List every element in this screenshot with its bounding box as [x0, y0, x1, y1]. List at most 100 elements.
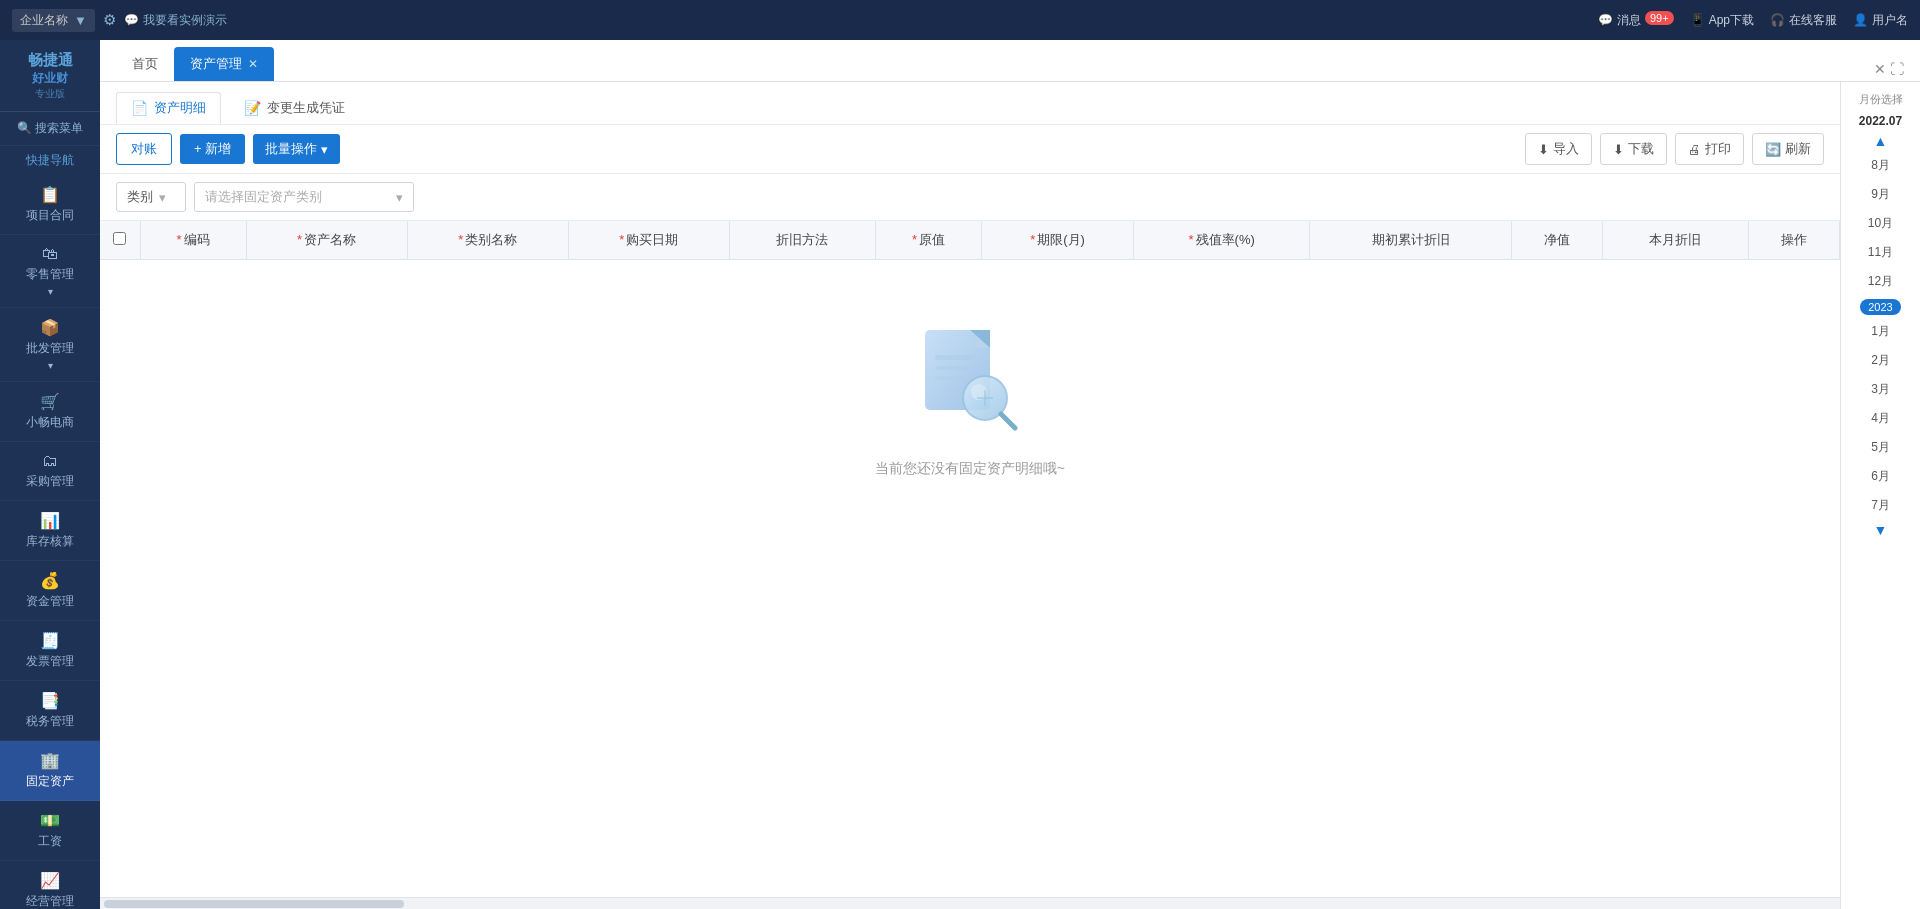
- month-2023-3[interactable]: 3月: [1851, 376, 1911, 403]
- refresh-label: 刷新: [1785, 140, 1811, 158]
- purchase-icon: 🗂: [42, 452, 58, 470]
- svg-rect-5: [935, 376, 965, 380]
- company-selector[interactable]: 企业名称 ▼: [12, 9, 95, 32]
- sidebar-item-inventory[interactable]: 📊 库存核算: [0, 501, 100, 561]
- horizontal-scrollbar[interactable]: [100, 897, 1840, 909]
- tab-close-icon[interactable]: ✕: [248, 57, 258, 71]
- category-type-select[interactable]: 类别 ▾: [116, 182, 186, 212]
- sidebar-item-purchase[interactable]: 🗂 采购管理: [0, 442, 100, 501]
- month-2023-2[interactable]: 2月: [1851, 347, 1911, 374]
- category-type-label: 类别: [127, 188, 153, 206]
- sidebar-item-operation[interactable]: 📈 经营管理: [0, 861, 100, 909]
- username: 用户名: [1872, 12, 1908, 29]
- change-voucher-label: 变更生成凭证: [267, 99, 345, 117]
- sidebar-search[interactable]: 🔍 搜索菜单: [0, 112, 100, 146]
- import-button[interactable]: ⬇ 导入: [1525, 133, 1592, 165]
- message-button[interactable]: 💬 消息 99+: [1598, 12, 1674, 29]
- message-icon: 💬: [1598, 13, 1613, 27]
- operation-icon: 📈: [40, 871, 60, 890]
- month-2023-7[interactable]: 7月: [1851, 492, 1911, 519]
- month-panel-header: 月份选择: [1859, 88, 1903, 111]
- batch-button[interactable]: 批量操作 ▾: [253, 134, 340, 164]
- sidebar-item-retail[interactable]: 🛍 零售管理 ▾: [0, 235, 100, 308]
- month-2023-6[interactable]: 6月: [1851, 463, 1911, 490]
- window-maximize-icon[interactable]: ⛶: [1890, 61, 1904, 77]
- year-2023-badge: 2023: [1860, 299, 1900, 314]
- settings-button[interactable]: ⚙: [103, 11, 116, 29]
- window-close-icon[interactable]: ✕: [1874, 61, 1886, 77]
- refresh-button[interactable]: 🔄 刷新: [1752, 133, 1824, 165]
- month-12[interactable]: 12月: [1851, 268, 1911, 295]
- table-container: *编码 *资产名称 *类别名称 *购买日期 折旧方法 *原值 *期限(月) *残…: [100, 221, 1840, 897]
- month-2023-4[interactable]: 4月: [1851, 405, 1911, 432]
- th-original-value: *原值: [876, 221, 982, 260]
- sidebar-item-ecom[interactable]: 🛒 小畅电商: [0, 382, 100, 442]
- tab-asset-mgmt[interactable]: 资产管理 ✕: [174, 47, 274, 81]
- app-name: 畅捷通 好业财: [8, 50, 92, 87]
- demo-link[interactable]: 💬 我要看实例演示: [124, 12, 227, 29]
- wholesale-icon: 📦: [40, 318, 60, 337]
- sidebar-item-label-asset: 固定资产: [26, 773, 74, 790]
- app-download-label: App下载: [1709, 12, 1754, 29]
- invoice-icon: 🧾: [40, 631, 60, 650]
- sidebar-item-label-operation: 经营管理: [26, 893, 74, 909]
- dropdown-icon: ▼: [74, 13, 87, 28]
- sidebar-item-label-wholesale: 批发管理: [26, 340, 74, 357]
- sidebar-item-label-project: 项目合同: [26, 207, 74, 224]
- sidebar-item-project[interactable]: 📋 项目合同: [0, 175, 100, 235]
- top-bar-left: 企业名称 ▼ ⚙ 💬 我要看实例演示: [12, 9, 227, 32]
- sub-tab-asset-detail[interactable]: 📄 资产明细: [116, 92, 221, 124]
- category-select[interactable]: 请选择固定资产类别 ▾: [194, 182, 414, 212]
- month-11[interactable]: 11月: [1851, 239, 1911, 266]
- user-avatar[interactable]: 👤 用户名: [1853, 12, 1908, 29]
- th-depreciation-method: 折旧方法: [729, 221, 875, 260]
- month-nav-up[interactable]: ▲: [1872, 131, 1890, 151]
- download-button[interactable]: ⬇ 下载: [1600, 133, 1667, 165]
- th-name: *资产名称: [246, 221, 407, 260]
- month-10[interactable]: 10月: [1851, 210, 1911, 237]
- import-icon: ⬇: [1538, 142, 1549, 157]
- sidebar-item-label-salary: 工资: [38, 833, 62, 850]
- sidebar-item-invoice[interactable]: 🧾 发票管理: [0, 621, 100, 681]
- sidebar-item-tax[interactable]: 📑 税务管理: [0, 681, 100, 741]
- reconcile-label: 对账: [131, 140, 157, 158]
- current-month-display: 2022.07: [1859, 111, 1902, 131]
- month-2023-5[interactable]: 5月: [1851, 434, 1911, 461]
- sidebar-item-asset[interactable]: 🏢 固定资产: [0, 741, 100, 801]
- sidebar-item-wholesale[interactable]: 📦 批发管理 ▾: [0, 308, 100, 382]
- asset-icon: 🏢: [40, 751, 60, 770]
- tab-home[interactable]: 首页: [116, 47, 174, 81]
- sidebar-item-label-tax: 税务管理: [26, 713, 74, 730]
- month-9[interactable]: 9月: [1851, 181, 1911, 208]
- tax-icon: 📑: [40, 691, 60, 710]
- month-nav-down[interactable]: ▼: [1872, 520, 1890, 540]
- add-button[interactable]: + 新增: [180, 134, 245, 164]
- search-icon: 🔍: [17, 121, 32, 135]
- reconcile-button[interactable]: 对账: [116, 133, 172, 165]
- month-2023-1[interactable]: 1月: [1851, 318, 1911, 345]
- print-label: 打印: [1705, 140, 1731, 158]
- app-download-button[interactable]: 📱 App下载: [1690, 12, 1754, 29]
- page-content: 📄 资产明细 📝 变更生成凭证 对账 + 新增: [100, 82, 1920, 909]
- sidebar-item-salary[interactable]: 💵 工资: [0, 801, 100, 861]
- print-button[interactable]: 🖨 打印: [1675, 133, 1744, 165]
- online-service-button[interactable]: 🎧 在线客服: [1770, 12, 1837, 29]
- print-icon: 🖨: [1688, 142, 1701, 157]
- sidebar-nav[interactable]: 快捷导航: [0, 146, 100, 175]
- toolbar-right: ⬇ 导入 ⬇ 下载 🖨 打印 🔄 刷新: [1525, 133, 1824, 165]
- inventory-icon: 📊: [40, 511, 60, 530]
- content-area: 首页 资产管理 ✕ ✕ ⛶ 📄 资产明细: [100, 40, 1920, 909]
- sidebar-item-fund[interactable]: 💰 资金管理: [0, 561, 100, 621]
- refresh-icon: 🔄: [1765, 142, 1781, 157]
- batch-label: 批量操作: [265, 140, 317, 158]
- arrow-icon2: ▾: [48, 360, 53, 371]
- main-layout: 畅捷通 好业财 专业版 🔍 搜索菜单 快捷导航 📋 项目合同 🛍 零售管理 ▾ …: [0, 40, 1920, 909]
- sub-tab-change-voucher[interactable]: 📝 变更生成凭证: [229, 92, 360, 124]
- th-net-value: 净值: [1511, 221, 1602, 260]
- empty-illustration: [910, 320, 1030, 440]
- select-all-checkbox[interactable]: [113, 232, 126, 245]
- th-monthly-depreciation: 本月折旧: [1602, 221, 1748, 260]
- avatar-icon: 👤: [1853, 13, 1868, 27]
- svg-rect-3: [935, 355, 975, 360]
- month-8[interactable]: 8月: [1851, 152, 1911, 179]
